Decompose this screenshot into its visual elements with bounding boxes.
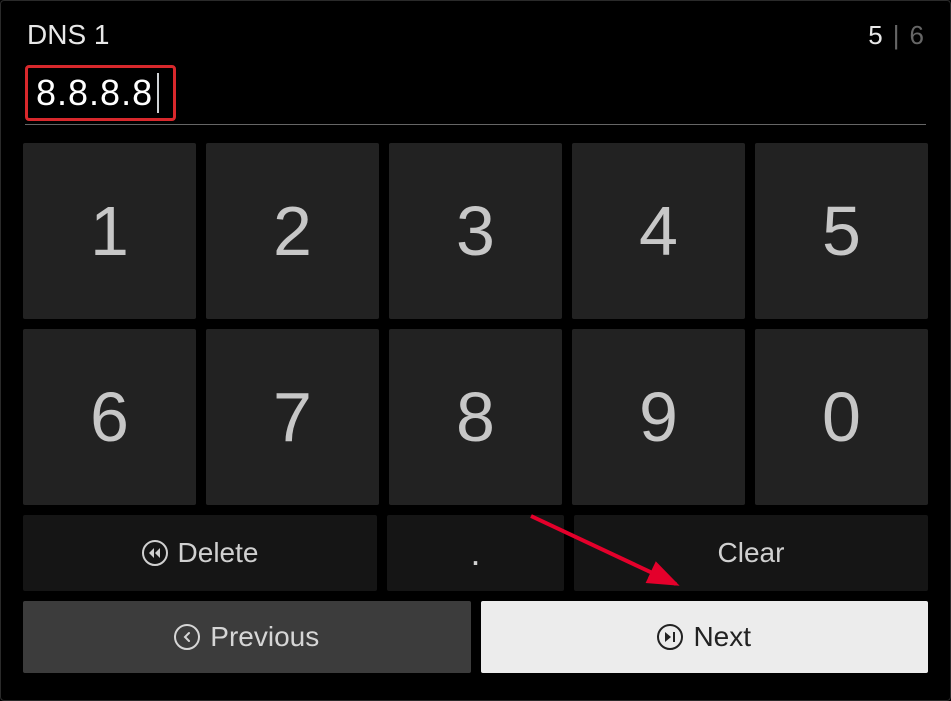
page-title: DNS 1 <box>27 19 109 51</box>
keypad: 1 2 3 4 5 6 7 8 9 0 <box>23 143 928 505</box>
next-button[interactable]: Next <box>481 601 929 673</box>
rewind-icon <box>142 540 168 566</box>
dot-button[interactable]: . <box>387 515 564 591</box>
key-8[interactable]: 8 <box>389 329 562 505</box>
key-6[interactable]: 6 <box>23 329 196 505</box>
step-separator: | <box>893 20 900 51</box>
key-3[interactable]: 3 <box>389 143 562 319</box>
key-0[interactable]: 0 <box>755 329 928 505</box>
key-5[interactable]: 5 <box>755 143 928 319</box>
dns-input[interactable]: 8.8.8.8 <box>25 65 176 121</box>
key-1[interactable]: 1 <box>23 143 196 319</box>
back-icon <box>174 624 200 650</box>
step-total: 6 <box>910 20 924 51</box>
dns-input-value: 8.8.8.8 <box>36 72 153 114</box>
step-current: 5 <box>868 20 882 51</box>
step-indicator: 5 | 6 <box>868 20 924 51</box>
clear-label: Clear <box>718 537 785 569</box>
previous-button[interactable]: Previous <box>23 601 471 673</box>
nav-row: Previous Next <box>23 601 928 673</box>
delete-button[interactable]: Delete <box>23 515 377 591</box>
next-label: Next <box>693 621 751 653</box>
key-9[interactable]: 9 <box>572 329 745 505</box>
delete-label: Delete <box>178 537 259 569</box>
key-7[interactable]: 7 <box>206 329 379 505</box>
previous-label: Previous <box>210 621 319 653</box>
clear-button[interactable]: Clear <box>574 515 928 591</box>
text-caret <box>157 73 159 113</box>
key-2[interactable]: 2 <box>206 143 379 319</box>
input-row: 8.8.8.8 <box>25 61 926 125</box>
play-pause-icon <box>657 624 683 650</box>
key-4[interactable]: 4 <box>572 143 745 319</box>
action-row: Delete . Clear <box>23 515 928 591</box>
